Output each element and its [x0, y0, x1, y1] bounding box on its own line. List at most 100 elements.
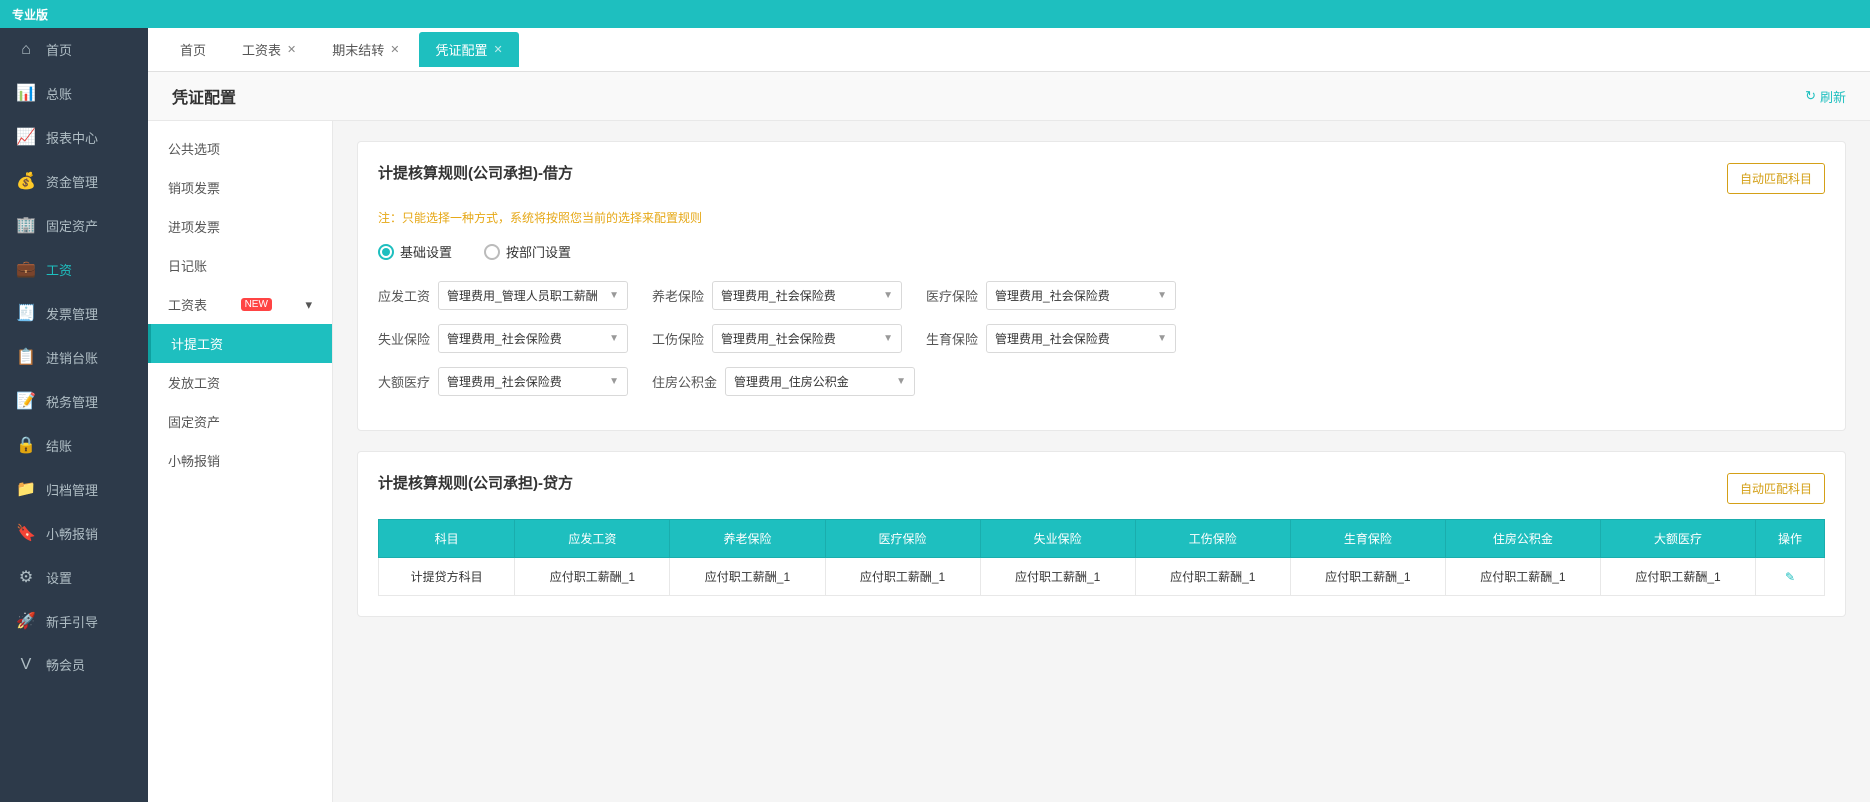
sidebar-item-guide[interactable]: 🚀新手引导: [0, 599, 148, 643]
sidebar-label-home: 首页: [46, 40, 72, 59]
sidebar-item-settings[interactable]: ⚙ 设置: [0, 555, 148, 599]
sidebar-icon-tax: 📝: [16, 391, 36, 411]
sub-menu-label-public-options: 公共选项: [168, 139, 220, 158]
sidebar: ⌂首页 📊 总账 📈报表中心💰资金管理🏢固定资产💼工资🧾发票管理📋进销台账📝税务管理🔒…: [0, 28, 148, 802]
credit-auto-match-button[interactable]: 自动匹配科目: [1727, 473, 1825, 504]
sub-menu-item-calc-payroll[interactable]: 计提工资: [148, 324, 332, 363]
th-housing: 住房公积金: [1445, 520, 1600, 558]
select-maternity[interactable]: 管理费用_社会保险费 ▼: [986, 324, 1176, 353]
tab-home[interactable]: 首页: [164, 32, 222, 67]
sidebar-item-general-ledger[interactable]: 📊 总账: [0, 71, 148, 115]
sub-menu-label-payroll-table: 工资表: [168, 295, 207, 314]
sidebar-item-invoice[interactable]: 🧾发票管理: [0, 291, 148, 335]
td-action[interactable]: ✎: [1756, 558, 1825, 596]
sub-menu-label-calc-payroll: 计提工资: [171, 334, 223, 353]
sub-sidebar: 公共选项销项发票进项发票日记账工资表 NEW ▾ 计提工资发放工资固定资产小畅报销: [148, 121, 333, 802]
label-maternity: 生育保险: [926, 329, 978, 348]
edit-icon[interactable]: ✎: [1785, 570, 1795, 584]
radio-basic[interactable]: 基础设置: [378, 242, 452, 261]
sub-menu-item-journal[interactable]: 日记账: [148, 246, 332, 285]
sidebar-item-tax[interactable]: 📝税务管理: [0, 379, 148, 423]
select-pension[interactable]: 管理费用_社会保险费 ▼: [712, 281, 902, 310]
sub-menu-label-purchase-invoice: 进项发票: [168, 217, 220, 236]
sidebar-label-xcreport: 小畅报销: [46, 524, 98, 543]
table-row: 计提贷方科目 应付职工薪酬_1 应付职工薪酬_1 应付职工薪酬_1 应付职工薪酬…: [379, 558, 1825, 596]
sidebar-item-payroll[interactable]: 💼工资: [0, 247, 148, 291]
field-pension: 养老保险 管理费用_社会保险费 ▼: [652, 281, 902, 310]
sidebar-label-general-ledger: 总账: [46, 84, 72, 103]
sub-menu-label-fixed-assets: 固定资产: [168, 412, 220, 431]
sidebar-item-close-accounts[interactable]: 🔒结账: [0, 423, 148, 467]
sub-menu-item-issue-payroll[interactable]: 发放工资: [148, 363, 332, 402]
label-housing-fund: 住房公积金: [652, 372, 717, 391]
sidebar-icon-general-ledger: 📊: [16, 83, 36, 103]
expand-icon-payroll-table: ▾: [305, 297, 312, 313]
select-medical[interactable]: 管理费用_社会保险费 ▼: [986, 281, 1176, 310]
tab-label-period-close: 期末结转: [332, 40, 384, 59]
sub-menu-item-purchase-invoice[interactable]: 进项发票: [148, 207, 332, 246]
tab-period-close[interactable]: 期末结转 ✕: [316, 32, 415, 67]
refresh-button[interactable]: ↻ 刷新: [1805, 87, 1846, 106]
debit-form-row-3: 大额医疗 管理费用_社会保险费 ▼ 住房公积金 管理费用_住房公积金 ▼: [378, 367, 1825, 396]
sidebar-label-capital: 资金管理: [46, 172, 98, 191]
sidebar-icon-archive: 📁: [16, 479, 36, 499]
select-work-injury-value: 管理费用_社会保险费: [721, 330, 836, 347]
sub-menu-item-payroll-table[interactable]: 工资表 NEW ▾: [148, 285, 332, 324]
tab-payroll-table[interactable]: 工资表 ✕: [226, 32, 312, 67]
new-badge-payroll-table: NEW: [241, 298, 272, 311]
th-action: 操作: [1756, 520, 1825, 558]
radio-department-label: 按部门设置: [506, 242, 571, 261]
sidebar-icon-report-center: 📈: [16, 127, 36, 147]
select-major-medical[interactable]: 管理费用_社会保险费 ▼: [438, 367, 628, 396]
select-housing-fund[interactable]: 管理费用_住房公积金 ▼: [725, 367, 915, 396]
sidebar-icon-settings: ⚙: [16, 567, 36, 587]
sidebar-item-home[interactable]: ⌂首页: [0, 28, 148, 71]
radio-department[interactable]: 按部门设置: [484, 242, 571, 261]
select-salary-arrow: ▼: [609, 290, 619, 301]
debit-section: 计提核算规则(公司承担)-借方 自动匹配科目 注：只能选择一种方式，系统将按照您…: [357, 141, 1846, 431]
credit-section: 计提核算规则(公司承担)-贷方 自动匹配科目 科目 应发工资 养老保险 医疗保险…: [357, 451, 1846, 617]
app-title: 专业版: [12, 6, 48, 23]
radio-department-circle: [484, 244, 500, 260]
select-pension-arrow: ▼: [883, 290, 893, 301]
sidebar-label-archive: 归档管理: [46, 480, 98, 499]
sub-menu-item-fixed-assets[interactable]: 固定资产: [148, 402, 332, 441]
sidebar-item-fixed-assets[interactable]: 🏢固定资产: [0, 203, 148, 247]
tab-label-voucher-config: 凭证配置: [435, 40, 487, 59]
content-with-sidebar: 公共选项销项发票进项发票日记账工资表 NEW ▾ 计提工资发放工资固定资产小畅报销 计…: [148, 121, 1870, 802]
tab-label-payroll-table: 工资表: [242, 40, 281, 59]
tab-close-payroll-table[interactable]: ✕: [287, 43, 296, 56]
sidebar-item-report-center[interactable]: 📈报表中心: [0, 115, 148, 159]
sidebar-item-archive[interactable]: 📁 归档管理: [0, 467, 148, 511]
td-medical: 应付职工薪酬_1: [825, 558, 980, 596]
sidebar-item-member[interactable]: V畅会员: [0, 643, 148, 686]
sub-menu-label-xcreport: 小畅报销: [168, 451, 220, 470]
sub-menu-item-public-options[interactable]: 公共选项: [148, 129, 332, 168]
page-title: 凭证配置: [172, 84, 236, 108]
select-work-injury[interactable]: 管理费用_社会保险费 ▼: [712, 324, 902, 353]
tab-close-voucher-config[interactable]: ✕: [494, 43, 503, 56]
debit-form-row-1: 应发工资 管理费用_管理人员职工薪酬 ▼ 养老保险 管理费用_社会保险费 ▼: [378, 281, 1825, 310]
sidebar-item-capital[interactable]: 💰资金管理: [0, 159, 148, 203]
select-housing-fund-value: 管理费用_住房公积金: [734, 373, 849, 390]
field-salary: 应发工资 管理费用_管理人员职工薪酬 ▼: [378, 281, 628, 310]
select-major-medical-value: 管理费用_社会保险费: [447, 373, 562, 390]
sidebar-label-settings: 设置: [46, 568, 72, 587]
th-maternity: 生育保险: [1290, 520, 1445, 558]
sidebar-item-purchase-sale[interactable]: 📋进销台账: [0, 335, 148, 379]
select-unemployment[interactable]: 管理费用_社会保险费 ▼: [438, 324, 628, 353]
th-unemployment: 失业保险: [980, 520, 1135, 558]
sub-menu-item-sales-invoice[interactable]: 销项发票: [148, 168, 332, 207]
credit-title: 计提核算规则(公司承担)-贷方: [378, 472, 573, 493]
td-major-medical: 应付职工薪酬_1: [1600, 558, 1755, 596]
sidebar-label-purchase-sale: 进销台账: [46, 348, 98, 367]
td-unemployment: 应付职工薪酬_1: [980, 558, 1135, 596]
debit-auto-match-button[interactable]: 自动匹配科目: [1727, 163, 1825, 194]
tab-close-period-close[interactable]: ✕: [390, 43, 399, 56]
tab-voucher-config[interactable]: 凭证配置 ✕: [419, 32, 518, 67]
sidebar-icon-guide: 🚀: [16, 611, 36, 631]
select-salary[interactable]: 管理费用_管理人员职工薪酬 ▼: [438, 281, 628, 310]
debit-title: 计提核算规则(公司承担)-借方: [378, 162, 573, 183]
sidebar-item-xcreport[interactable]: 🔖小畅报销: [0, 511, 148, 555]
sub-menu-item-xcreport[interactable]: 小畅报销: [148, 441, 332, 480]
